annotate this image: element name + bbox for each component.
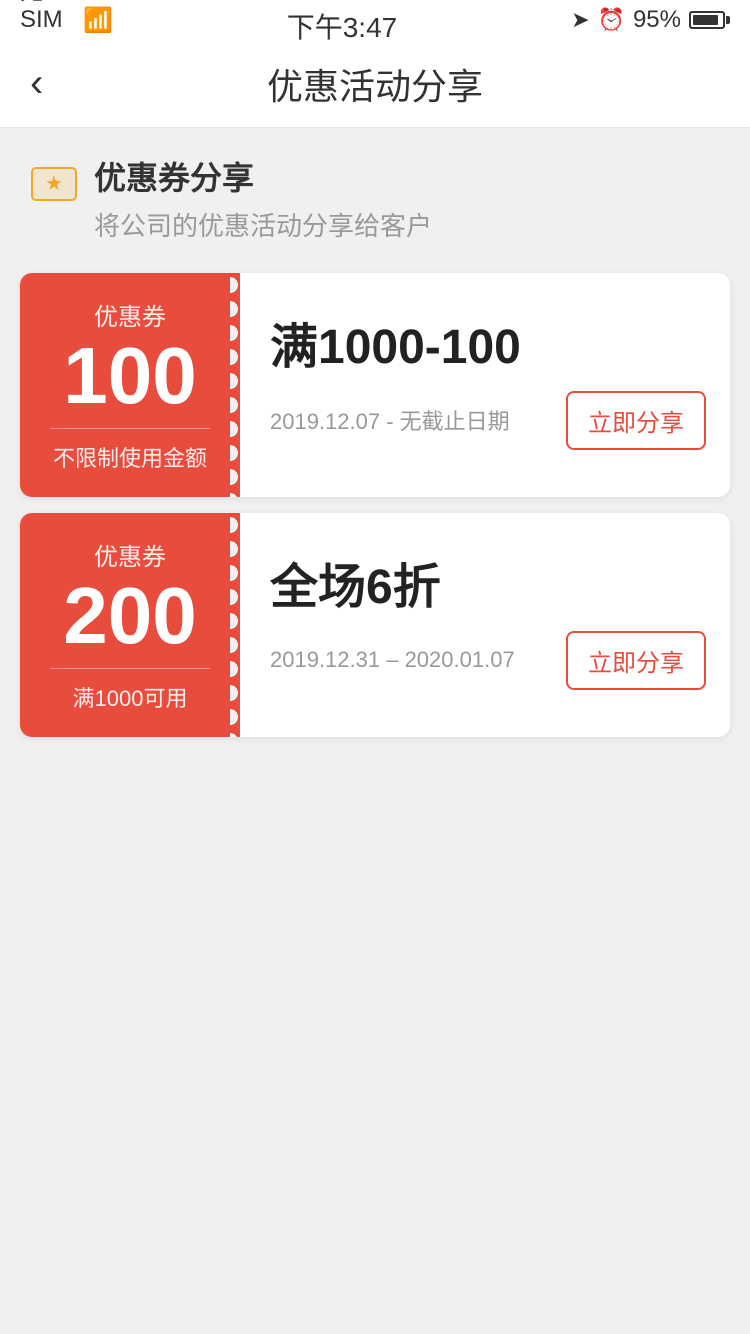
coupon-date-0: 2019.12.07 - 无截止日期 — [270, 404, 510, 436]
location-icon: ➤ — [571, 7, 589, 33]
alarm-icon: ⏰ — [598, 7, 625, 33]
coupon-left-1: 优惠券 200 满1000可用 — [20, 513, 240, 737]
coupon-divider-1 — [50, 668, 210, 669]
wifi-icon: 📶 — [83, 6, 113, 35]
nav-title: 优惠活动分享 — [267, 58, 483, 110]
coupon-right-0: 满1000-100 2019.12.07 - 无截止日期 立即分享 — [240, 273, 730, 497]
coupon-share-icon: ★ — [30, 160, 78, 208]
section-title: 优惠券分享 — [94, 158, 432, 200]
coupon-amount-1: 200 — [63, 576, 196, 656]
coupon-meta-1: 2019.12.31 – 2020.01.07 立即分享 — [270, 631, 706, 690]
section-text: 优惠券分享 将公司的优惠活动分享给客户 — [94, 158, 432, 243]
battery-percent: 95% — [633, 6, 681, 34]
coupon-divider-0 — [50, 428, 210, 429]
coupon-left-0: 优惠券 100 不限制使用金额 — [20, 273, 240, 497]
coupon-right-1: 全场6折 2019.12.31 – 2020.01.07 立即分享 — [240, 513, 730, 737]
share-button-1[interactable]: 立即分享 — [566, 631, 706, 690]
coupon-condition-0: 不限制使用金额 — [53, 441, 207, 473]
svg-text:★: ★ — [45, 173, 63, 195]
nav-bar: ‹ 优惠活动分享 — [0, 40, 750, 128]
coupon-label-0: 优惠券 — [94, 297, 166, 332]
coupon-card: 优惠券 200 满1000可用 全场6折 2019.12.31 – 2020.0… — [20, 513, 730, 737]
share-button-0[interactable]: 立即分享 — [566, 391, 706, 450]
status-right: ➤ ⏰ 95% — [571, 6, 730, 34]
coupon-meta-0: 2019.12.07 - 无截止日期 立即分享 — [270, 391, 706, 450]
coupon-condition-1: 满1000可用 — [73, 681, 188, 713]
coupon-name-1: 全场6折 — [270, 559, 706, 617]
coupon-label-1: 优惠券 — [94, 537, 166, 572]
section-subtitle: 将公司的优惠活动分享给客户 — [94, 206, 432, 243]
coupon-name-0: 满1000-100 — [270, 319, 706, 377]
coupon-amount-0: 100 — [63, 336, 196, 416]
coupon-card: 优惠券 100 不限制使用金额 满1000-100 2019.12.07 - 无… — [20, 273, 730, 497]
status-bar: 无 SIM 卡 📶 下午3:47 ➤ ⏰ 95% — [0, 0, 750, 40]
coupon-list: 优惠券 100 不限制使用金额 满1000-100 2019.12.07 - 无… — [0, 263, 750, 757]
section-header: ★ 优惠券分享 将公司的优惠活动分享给客户 — [0, 128, 750, 263]
back-button[interactable]: ‹ — [30, 61, 43, 106]
battery-icon — [689, 11, 730, 29]
coupon-date-1: 2019.12.31 – 2020.01.07 — [270, 647, 515, 673]
